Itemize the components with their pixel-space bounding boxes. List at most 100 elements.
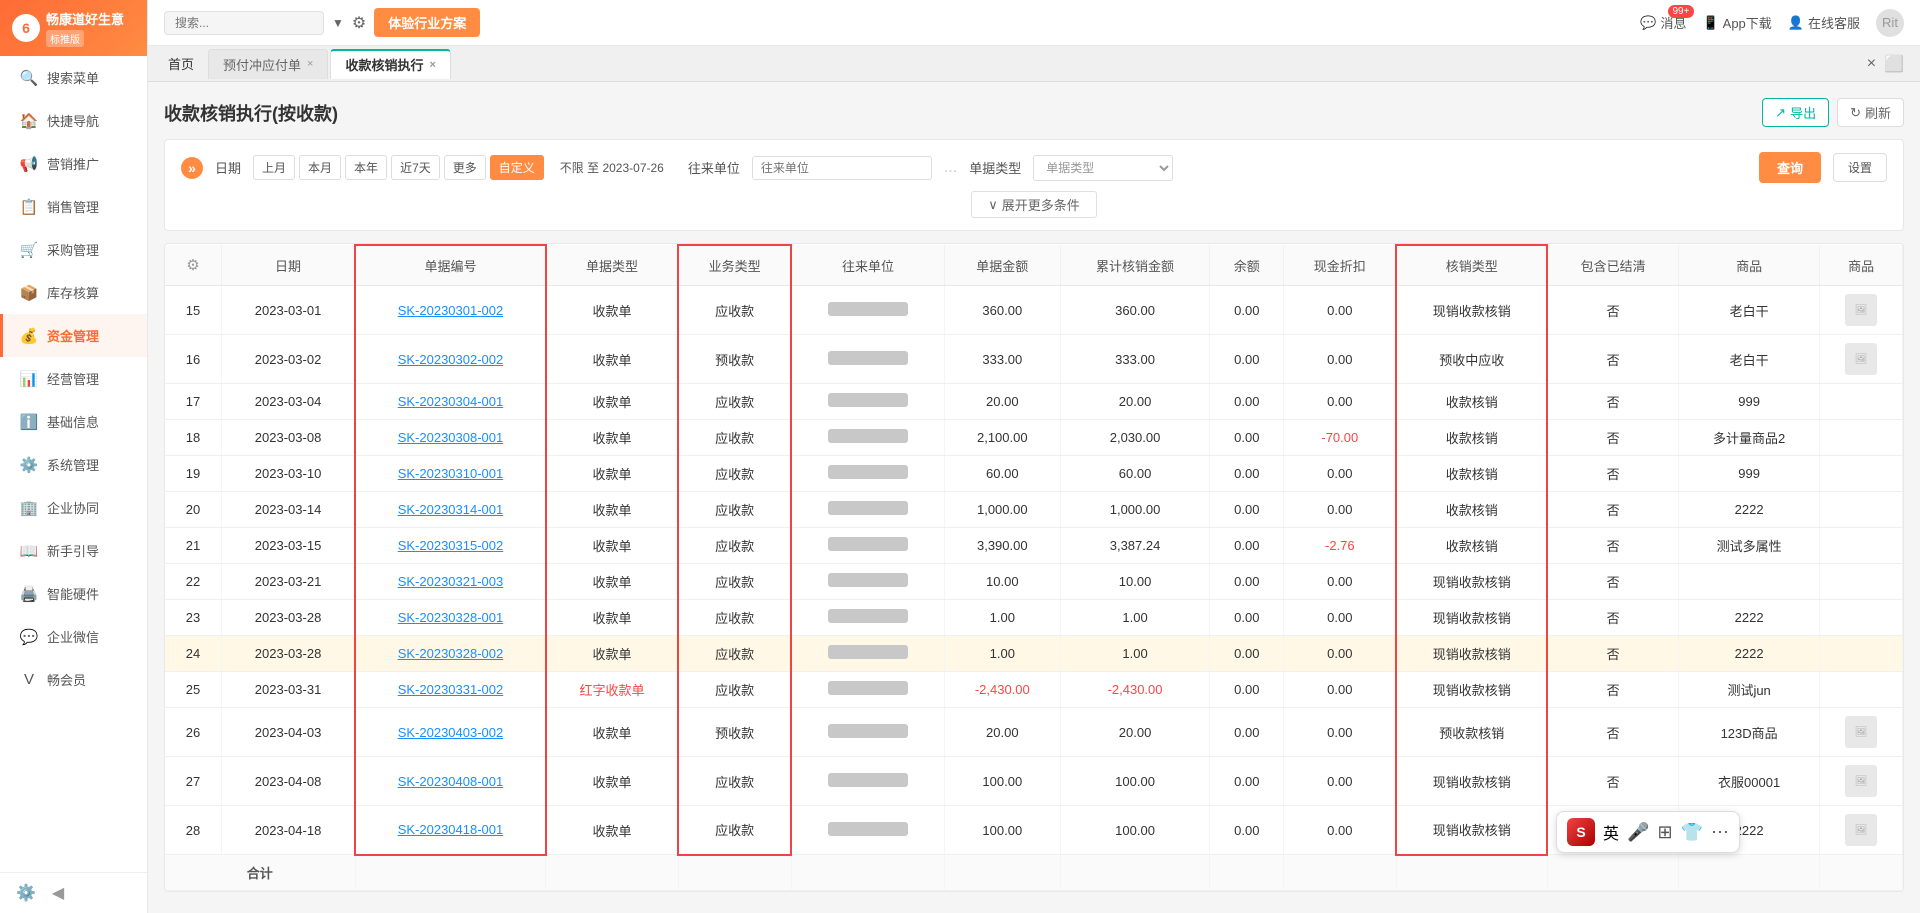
sidebar-bottom: ⚙️ ◀ — [0, 872, 147, 913]
billno-link[interactable]: SK-20230308-001 — [398, 430, 504, 445]
col-biztype-header: 业务类型 — [678, 245, 791, 286]
filter-custom-btn[interactable]: 自定义 — [490, 155, 544, 180]
footer-product — [1679, 855, 1820, 891]
sidebar-item-operations[interactable]: 📊经营管理 — [0, 357, 147, 400]
header-online-service[interactable]: 👤 在线客服 — [1788, 13, 1860, 32]
top-header: ▼ ⚙ 体验行业方案 💬 消息 99+ 📱 App下载 👤 在线客服 Rit — [148, 0, 1920, 46]
window-restore-btn[interactable]: ⬜ — [1884, 54, 1904, 74]
window-close-btn[interactable]: × — [1867, 54, 1876, 74]
main-area: ▼ ⚙ 体验行业方案 💬 消息 99+ 📱 App下载 👤 在线客服 Rit 首 — [148, 0, 1920, 913]
col-settings-header[interactable]: ⚙ — [165, 245, 222, 286]
cell-productimg: 🖼 — [1820, 708, 1903, 757]
header-gear-icon[interactable]: ⚙ — [352, 13, 366, 33]
tab-verify-close[interactable]: × — [429, 59, 435, 71]
billno-link[interactable]: SK-20230314-001 — [398, 502, 504, 517]
table-row: 27 2023-04-08 SK-20230408-001 收款单 应收款 10… — [165, 757, 1903, 806]
cell-amount: 60.00 — [944, 456, 1060, 492]
filter-date-range: 不限 至 2023-07-26 — [560, 159, 664, 176]
sidebar-item-search[interactable]: 🔍搜索菜单 — [0, 56, 147, 99]
filter-partner-input[interactable] — [752, 156, 932, 180]
float-toolbar-s-icon: S — [1567, 818, 1595, 846]
cell-billno: SK-20230328-002 — [355, 636, 546, 672]
sidebar-item-marketing[interactable]: 📢营销推广 — [0, 142, 147, 185]
header-avatar[interactable]: Rit — [1876, 9, 1904, 37]
billno-link[interactable]: SK-20230408-001 — [398, 774, 504, 789]
cell-partner — [791, 564, 944, 600]
cell-verified: 20.00 — [1060, 708, 1209, 757]
cell-billno: SK-20230304-001 — [355, 384, 546, 420]
filter-this-month-btn[interactable]: 本月 — [299, 155, 341, 180]
header-industry-btn[interactable]: 体验行业方案 — [374, 8, 480, 37]
sidebar-item-system[interactable]: ⚙️系统管理 — [0, 443, 147, 486]
filter-bill-type-select[interactable]: 单据类型 — [1033, 155, 1173, 181]
filter-7days-btn[interactable]: 近7天 — [391, 155, 440, 180]
header-dropdown-btn[interactable]: ▼ — [332, 16, 344, 30]
sidebar-item-wechat[interactable]: 💬企业微信 — [0, 615, 147, 658]
header-app-download[interactable]: 📱 App下载 — [1702, 13, 1771, 32]
billno-link[interactable]: SK-20230321-003 — [398, 574, 504, 589]
cell-no: 19 — [165, 456, 222, 492]
tab-prepay[interactable]: 预付冲应付单 × — [208, 49, 328, 79]
cell-partner — [791, 456, 944, 492]
sidebar-item-purchase[interactable]: 🛒采购管理 — [0, 228, 147, 271]
sidebar-item-inventory[interactable]: 📦库存核算 — [0, 271, 147, 314]
expand-more-btn[interactable]: ∨ 展开更多条件 — [971, 191, 1097, 218]
float-toolbar-mic-icon[interactable]: 🎤 — [1627, 822, 1649, 843]
header-search-input[interactable] — [164, 11, 324, 35]
filter-last-month-btn[interactable]: 上月 — [253, 155, 295, 180]
sidebar-item-member[interactable]: V畅会员 — [0, 658, 147, 701]
filter-this-year-btn[interactable]: 本年 — [345, 155, 387, 180]
sidebar-label-quick-nav: 快捷导航 — [47, 111, 99, 130]
float-toolbar-shirt-icon[interactable]: 👕 — [1681, 822, 1703, 843]
sidebar-item-sales[interactable]: 📋销售管理 — [0, 185, 147, 228]
billno-link[interactable]: SK-20230301-002 — [398, 303, 504, 318]
cell-no: 22 — [165, 564, 222, 600]
filter-more-btn[interactable]: 更多 — [444, 155, 486, 180]
sidebar-icon-member: V — [19, 671, 39, 688]
filter-settings-btn[interactable]: 设置 — [1833, 153, 1887, 182]
float-toolbar-more-icon[interactable]: ⋯ — [1711, 822, 1729, 843]
sidebar-label-basic-info: 基础信息 — [47, 412, 99, 431]
cell-partner — [791, 384, 944, 420]
sidebar-icon-hardware: 🖨️ — [19, 585, 39, 603]
sidebar-item-finance[interactable]: 💰资金管理 — [0, 314, 147, 357]
tab-verify[interactable]: 收款核销执行 × — [330, 49, 450, 79]
billno-link[interactable]: SK-20230418-001 — [398, 822, 504, 837]
cell-verifytype: 收款核销 — [1396, 492, 1547, 528]
cell-biztype: 应收款 — [678, 564, 791, 600]
footer-label: 合计 — [165, 855, 355, 891]
float-toolbar-grid-icon[interactable]: ⊞ — [1657, 822, 1672, 843]
billno-link[interactable]: SK-20230315-002 — [398, 538, 504, 553]
cell-includesettled: 否 — [1547, 456, 1678, 492]
sidebar-settings-icon[interactable]: ⚙️ — [16, 883, 36, 903]
sidebar-item-hardware[interactable]: 🖨️智能硬件 — [0, 572, 147, 615]
billno-link[interactable]: SK-20230403-002 — [398, 725, 504, 740]
sidebar-collapse-icon[interactable]: ◀ — [52, 883, 64, 903]
service-icon: 👤 — [1788, 15, 1804, 31]
billno-link[interactable]: SK-20230304-001 — [398, 394, 504, 409]
billno-link[interactable]: SK-20230328-001 — [398, 610, 504, 625]
sidebar-item-quick-nav[interactable]: 🏠快捷导航 — [0, 99, 147, 142]
cell-product: 多计量商品2 — [1679, 420, 1820, 456]
billno-link[interactable]: SK-20230331-002 — [398, 682, 504, 697]
tab-prepay-close[interactable]: × — [307, 58, 313, 70]
billno-link[interactable]: SK-20230310-001 — [398, 466, 504, 481]
cell-balance: 0.00 — [1210, 286, 1284, 335]
filter-partner-dots[interactable]: ... — [944, 159, 957, 177]
export-btn[interactable]: ↗ 导出 — [1762, 98, 1829, 127]
refresh-btn[interactable]: ↻ 刷新 — [1837, 98, 1904, 127]
cell-cashdiscount: 0.00 — [1284, 384, 1396, 420]
tab-home[interactable]: 首页 — [156, 48, 206, 79]
footer-amount — [944, 855, 1060, 891]
sidebar-icon-enterprise: 🏢 — [19, 499, 39, 517]
header-message[interactable]: 💬 消息 99+ — [1640, 13, 1686, 32]
cell-no: 21 — [165, 528, 222, 564]
sidebar-item-guide[interactable]: 📖新手引导 — [0, 529, 147, 572]
sidebar-item-basic-info[interactable]: ℹ️基础信息 — [0, 400, 147, 443]
query-btn[interactable]: 查询 — [1759, 152, 1821, 183]
billno-link[interactable]: SK-20230302-002 — [398, 352, 504, 367]
sidebar-item-enterprise[interactable]: 🏢企业协同 — [0, 486, 147, 529]
cell-verified: 3,387.24 — [1060, 528, 1209, 564]
billno-link[interactable]: SK-20230328-002 — [398, 646, 504, 661]
filter-expand-btn[interactable]: » — [181, 157, 203, 179]
